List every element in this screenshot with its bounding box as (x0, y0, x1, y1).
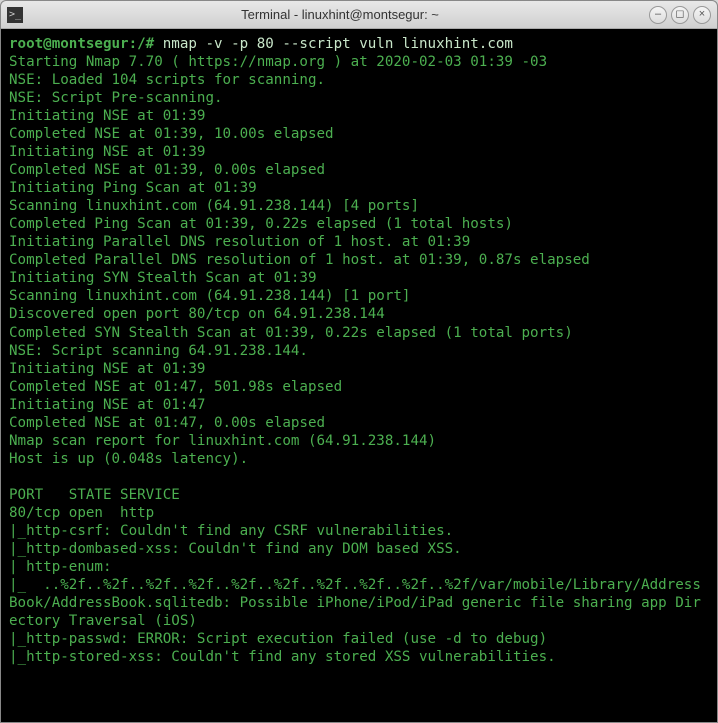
output-line: Initiating NSE at 01:39 (9, 107, 709, 125)
output-line (9, 468, 709, 486)
output-line: PORT STATE SERVICE (9, 486, 709, 504)
window-controls: – ◻ × (649, 6, 711, 24)
command-line: root@montsegur:/# nmap -v -p 80 --script… (9, 35, 709, 53)
output-line: |_http-passwd: ERROR: Script execution f… (9, 630, 709, 648)
output-line: |_http-stored-xss: Couldn't find any sto… (9, 648, 709, 666)
output-line: Completed NSE at 01:47, 0.00s elapsed (9, 414, 709, 432)
output-line: Nmap scan report for linuxhint.com (64.9… (9, 432, 709, 450)
output-line: Initiating Ping Scan at 01:39 (9, 179, 709, 197)
prompt: root@montsegur:/# (9, 36, 163, 52)
output-line: |_http-dombased-xss: Couldn't find any D… (9, 540, 709, 558)
terminal-output[interactable]: root@montsegur:/# nmap -v -p 80 --script… (1, 29, 717, 722)
window-title: Terminal - linuxhint@montsegur: ~ (31, 7, 649, 22)
terminal-icon: >_ (7, 7, 23, 23)
minimize-button[interactable]: – (649, 6, 667, 24)
output-line: NSE: Loaded 104 scripts for scanning. (9, 71, 709, 89)
output-line: 80/tcp open http (9, 504, 709, 522)
titlebar[interactable]: >_ Terminal - linuxhint@montsegur: ~ – ◻… (1, 1, 717, 29)
close-button[interactable]: × (693, 6, 711, 24)
output-line: Initiating NSE at 01:39 (9, 360, 709, 378)
output-line: NSE: Script scanning 64.91.238.144. (9, 342, 709, 360)
output-line: Completed NSE at 01:39, 0.00s elapsed (9, 161, 709, 179)
output-line: Completed NSE at 01:39, 10.00s elapsed (9, 125, 709, 143)
output-line: Scanning linuxhint.com (64.91.238.144) [… (9, 287, 709, 305)
output-line: Scanning linuxhint.com (64.91.238.144) [… (9, 197, 709, 215)
output-line: Completed Ping Scan at 01:39, 0.22s elap… (9, 215, 709, 233)
output-line: Initiating NSE at 01:39 (9, 143, 709, 161)
output-line: Completed Parallel DNS resolution of 1 h… (9, 251, 709, 269)
terminal-window: >_ Terminal - linuxhint@montsegur: ~ – ◻… (0, 0, 718, 723)
output-line: Completed NSE at 01:47, 501.98s elapsed (9, 378, 709, 396)
command-text: nmap -v -p 80 --script vuln linuxhint.co… (163, 36, 513, 52)
output-line: Host is up (0.048s latency). (9, 450, 709, 468)
output-line: Initiating Parallel DNS resolution of 1 … (9, 233, 709, 251)
output-line: NSE: Script Pre-scanning. (9, 89, 709, 107)
output-line: | http-enum: (9, 558, 709, 576)
output-line: Initiating NSE at 01:47 (9, 396, 709, 414)
output-line: |_ ..%2f..%2f..%2f..%2f..%2f..%2f..%2f..… (9, 576, 709, 630)
output-line: Completed SYN Stealth Scan at 01:39, 0.2… (9, 324, 709, 342)
output-line: Discovered open port 80/tcp on 64.91.238… (9, 305, 709, 323)
output-line: Starting Nmap 7.70 ( https://nmap.org ) … (9, 53, 709, 71)
output-line: Initiating SYN Stealth Scan at 01:39 (9, 269, 709, 287)
output-line: |_http-csrf: Couldn't find any CSRF vuln… (9, 522, 709, 540)
maximize-button[interactable]: ◻ (671, 6, 689, 24)
